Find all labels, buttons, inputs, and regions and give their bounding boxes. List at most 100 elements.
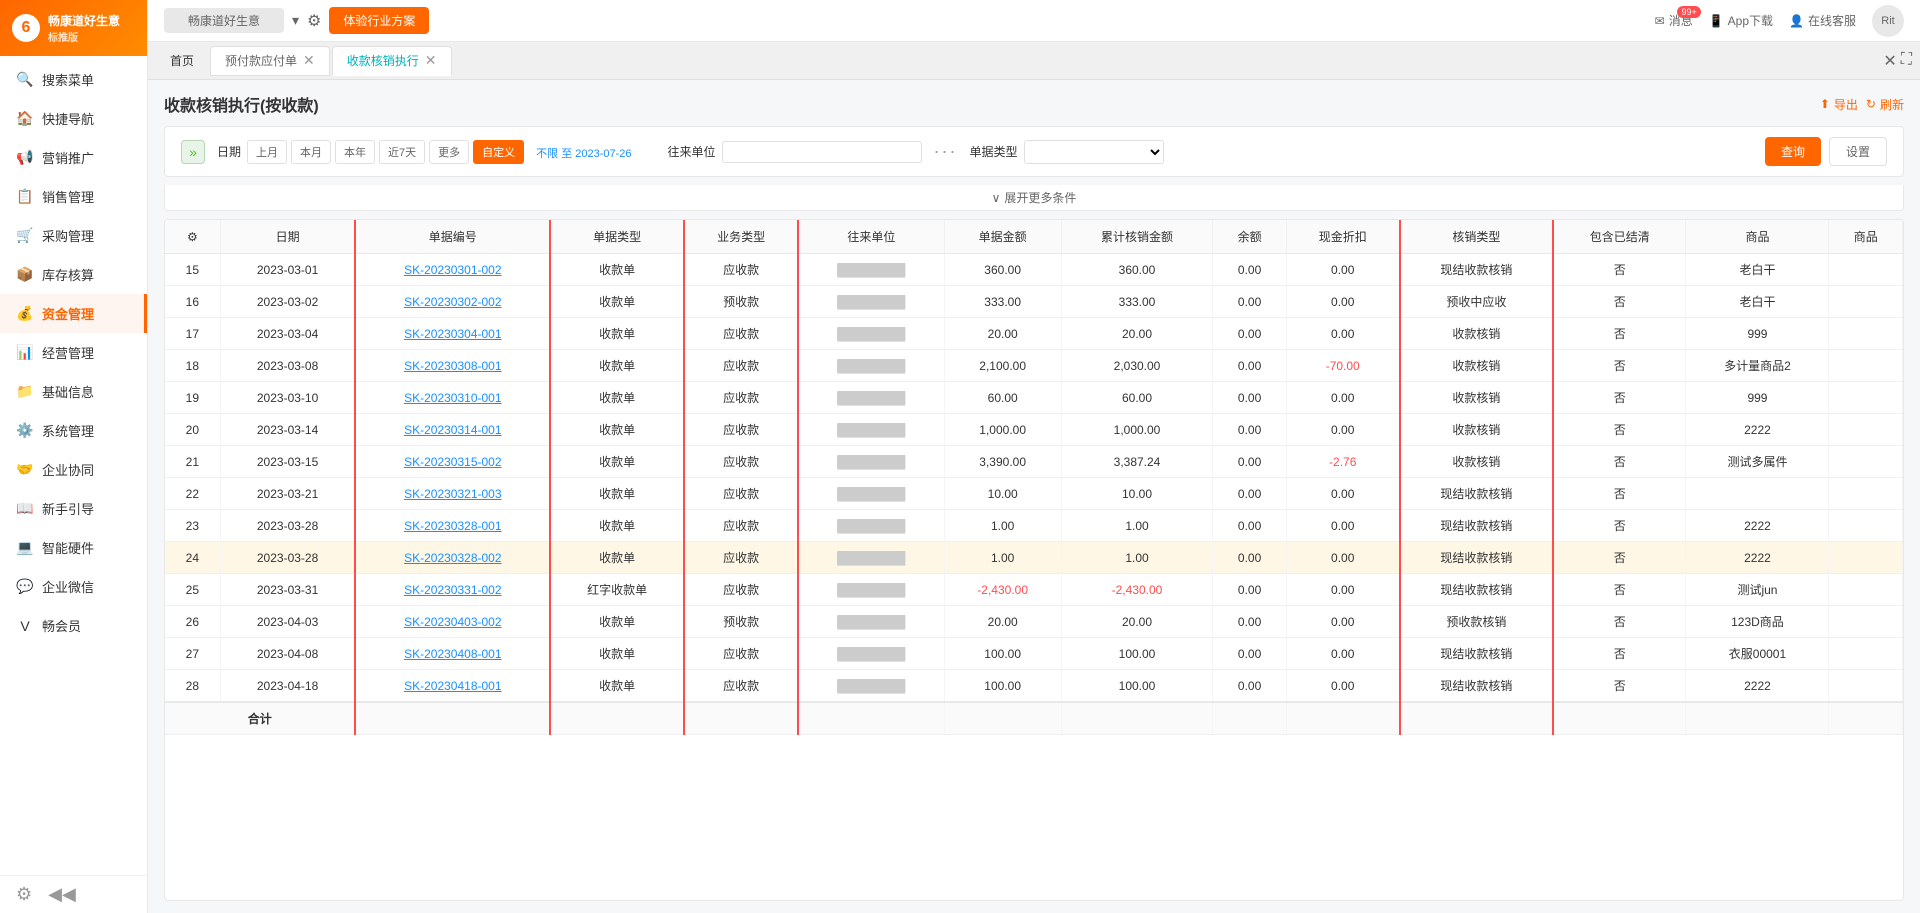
row-biz-type: 应收款 bbox=[684, 478, 798, 510]
online-service-button[interactable]: 👤 在线客服 bbox=[1789, 12, 1856, 29]
last-month-btn[interactable]: 上月 bbox=[247, 140, 287, 164]
settings-icon[interactable]: ⚙ bbox=[16, 884, 32, 905]
bill-no-link[interactable]: SK-20230315-002 bbox=[404, 455, 501, 469]
table-row[interactable]: 23 2023-03-28 SK-20230328-001 收款单 应收款 ██… bbox=[165, 510, 1903, 542]
sidebar-item-quick-nav[interactable]: 🏠快捷导航 bbox=[0, 99, 147, 138]
sidebar-item-wechat[interactable]: 💬企业微信 bbox=[0, 567, 147, 606]
this-month-btn[interactable]: 本月 bbox=[291, 140, 331, 164]
table-row[interactable]: 20 2023-03-14 SK-20230314-001 收款单 应收款 ██… bbox=[165, 414, 1903, 446]
sidebar-item-inventory[interactable]: 📦库存核算 bbox=[0, 255, 147, 294]
sidebar-item-marketing[interactable]: 📢营销推广 bbox=[0, 138, 147, 177]
col-bill-type: 单据类型 bbox=[550, 220, 684, 254]
more-btn[interactable]: 更多 bbox=[429, 140, 469, 164]
row-goods2 bbox=[1829, 286, 1903, 318]
table-row[interactable]: 28 2023-04-18 SK-20230418-001 收款单 应收款 ██… bbox=[165, 670, 1903, 703]
tab-payable-label: 预付款应付单 bbox=[225, 52, 297, 69]
sidebar-item-sales[interactable]: 📋销售管理 bbox=[0, 177, 147, 216]
bill-type-select[interactable] bbox=[1024, 140, 1164, 164]
bill-no-link[interactable]: SK-20230314-001 bbox=[404, 423, 501, 437]
row-bill-type: 收款单 bbox=[550, 670, 684, 703]
row-no: 28 bbox=[165, 670, 220, 703]
bill-no-link[interactable]: SK-20230328-002 bbox=[404, 551, 501, 565]
sidebar-item-operation[interactable]: 📊经营管理 bbox=[0, 333, 147, 372]
topbar-dropdown-icon[interactable]: ▾ bbox=[292, 12, 299, 29]
table-row[interactable]: 27 2023-04-08 SK-20230408-001 收款单 应收款 ██… bbox=[165, 638, 1903, 670]
solution-button[interactable]: 体验行业方案 bbox=[329, 7, 429, 34]
row-biz-type: 应收款 bbox=[684, 574, 798, 606]
bill-no-link[interactable]: SK-20230328-001 bbox=[404, 519, 501, 533]
row-date: 2023-04-08 bbox=[220, 638, 355, 670]
filter-date-item: 日期 上月 本月 本年 近7天 更多 自定义 bbox=[217, 140, 524, 164]
tab-collection[interactable]: 收款核销执行 ✕ bbox=[332, 46, 452, 76]
collapse-icon[interactable]: ◀◀ bbox=[48, 884, 76, 905]
row-no: 19 bbox=[165, 382, 220, 414]
table-row[interactable]: 17 2023-03-04 SK-20230304-001 收款单 应收款 ██… bbox=[165, 318, 1903, 350]
app-download-button[interactable]: 📱 App下载 bbox=[1709, 12, 1773, 29]
bill-no-link[interactable]: SK-20230304-001 bbox=[404, 327, 501, 341]
table-row[interactable]: 18 2023-03-08 SK-20230308-001 收款单 应收款 ██… bbox=[165, 350, 1903, 382]
sidebar-item-purchase[interactable]: 🛒采购管理 bbox=[0, 216, 147, 255]
table-row[interactable]: 26 2023-04-03 SK-20230403-002 收款单 预收款 ██… bbox=[165, 606, 1903, 638]
table-row[interactable]: 15 2023-03-01 SK-20230301-002 收款单 应收款 ██… bbox=[165, 254, 1903, 286]
bill-no-link[interactable]: SK-20230301-002 bbox=[404, 263, 501, 277]
table-row[interactable]: 16 2023-03-02 SK-20230302-002 收款单 预收款 ██… bbox=[165, 286, 1903, 318]
expand-conditions-button[interactable]: ∨ 展开更多条件 bbox=[164, 185, 1904, 211]
query-button[interactable]: 查询 bbox=[1765, 137, 1821, 166]
tabs-expand-icon[interactable]: ⛶ bbox=[1901, 51, 1912, 71]
bill-no-link[interactable]: SK-20230408-001 bbox=[404, 647, 501, 661]
row-settled: 否 bbox=[1553, 606, 1686, 638]
row-accumulated: 1.00 bbox=[1061, 542, 1213, 574]
sidebar-item-basic[interactable]: 📁基础信息 bbox=[0, 372, 147, 411]
sidebar-item-member[interactable]: V畅会员 bbox=[0, 606, 147, 645]
bill-no-link[interactable]: SK-20230321-003 bbox=[404, 487, 501, 501]
tab-home[interactable]: 首页 bbox=[156, 46, 208, 76]
row-no: 20 bbox=[165, 414, 220, 446]
row-no: 18 bbox=[165, 350, 220, 382]
topbar-gear-icon[interactable]: ⚙ bbox=[307, 11, 321, 31]
partner-input[interactable] bbox=[722, 141, 922, 163]
row-goods: 老白干 bbox=[1686, 286, 1829, 318]
tab-payable[interactable]: 预付款应付单 ✕ bbox=[210, 46, 330, 76]
row-settled: 否 bbox=[1553, 350, 1686, 382]
sidebar-nav: 🔍搜索菜单🏠快捷导航📢营销推广📋销售管理🛒采购管理📦库存核算💰资金管理📊经营管理… bbox=[0, 56, 147, 875]
last-7days-btn[interactable]: 近7天 bbox=[379, 140, 425, 164]
sidebar-item-hardware[interactable]: 💻智能硬件 bbox=[0, 528, 147, 567]
filter-settings-button[interactable]: 设置 bbox=[1829, 137, 1887, 166]
table-row[interactable]: 22 2023-03-21 SK-20230321-003 收款单 应收款 ██… bbox=[165, 478, 1903, 510]
topbar-brand: 畅康道好生意 bbox=[164, 8, 284, 33]
filter-expand-button[interactable]: » bbox=[181, 140, 205, 164]
user-avatar[interactable]: Rit bbox=[1872, 5, 1904, 37]
data-table: ⚙ 日期 单据编号 单据类型 业务类型 往来单位 单据金额 累计核销金额 余额 … bbox=[165, 220, 1903, 735]
col-settings[interactable]: ⚙ bbox=[165, 220, 220, 254]
page-content: 收款核销执行(按收款) ⬆ 导出 ↻ 刷新 » 日期 上月 bbox=[148, 80, 1920, 913]
refresh-button[interactable]: ↻ 刷新 bbox=[1866, 96, 1904, 113]
table-row[interactable]: 19 2023-03-10 SK-20230310-001 收款单 应收款 ██… bbox=[165, 382, 1903, 414]
sidebar-item-search-menu[interactable]: 🔍搜索菜单 bbox=[0, 60, 147, 99]
row-amount: 20.00 bbox=[944, 318, 1061, 350]
bill-no-link[interactable]: SK-20230310-001 bbox=[404, 391, 501, 405]
row-balance: 0.00 bbox=[1213, 670, 1286, 703]
sidebar-item-system[interactable]: ⚙️系统管理 bbox=[0, 411, 147, 450]
tab-collection-close-icon[interactable]: ✕ bbox=[425, 52, 437, 69]
bill-no-link[interactable]: SK-20230308-001 bbox=[404, 359, 501, 373]
this-year-btn[interactable]: 本年 bbox=[335, 140, 375, 164]
bill-no-link[interactable]: SK-20230403-002 bbox=[404, 615, 501, 629]
row-goods2 bbox=[1829, 510, 1903, 542]
bill-no-link[interactable]: SK-20230302-002 bbox=[404, 295, 501, 309]
sidebar-item-finance[interactable]: 💰资金管理 bbox=[0, 294, 147, 333]
tabs-close-all-icon[interactable]: ✕ bbox=[1883, 51, 1896, 71]
col-partner: 往来单位 bbox=[798, 220, 944, 254]
custom-date-btn[interactable]: 自定义 bbox=[473, 140, 524, 164]
bill-no-link[interactable]: SK-20230331-002 bbox=[404, 583, 501, 597]
sidebar-item-enterprise[interactable]: 🤝企业协同 bbox=[0, 450, 147, 489]
export-button[interactable]: ⬆ 导出 bbox=[1820, 96, 1858, 113]
row-biz-type: 应收款 bbox=[684, 350, 798, 382]
tab-payable-close-icon[interactable]: ✕ bbox=[303, 52, 315, 69]
table-row[interactable]: 21 2023-03-15 SK-20230315-002 收款单 应收款 ██… bbox=[165, 446, 1903, 478]
sidebar-item-guide[interactable]: 📖新手引导 bbox=[0, 489, 147, 528]
bill-no-link[interactable]: SK-20230418-001 bbox=[404, 679, 501, 693]
messages-button[interactable]: ✉ 消息 99+ bbox=[1655, 12, 1693, 29]
row-discount: 0.00 bbox=[1286, 478, 1399, 510]
table-row[interactable]: 24 2023-03-28 SK-20230328-002 收款单 应收款 ██… bbox=[165, 542, 1903, 574]
table-row[interactable]: 25 2023-03-31 SK-20230331-002 红字收款单 应收款 … bbox=[165, 574, 1903, 606]
